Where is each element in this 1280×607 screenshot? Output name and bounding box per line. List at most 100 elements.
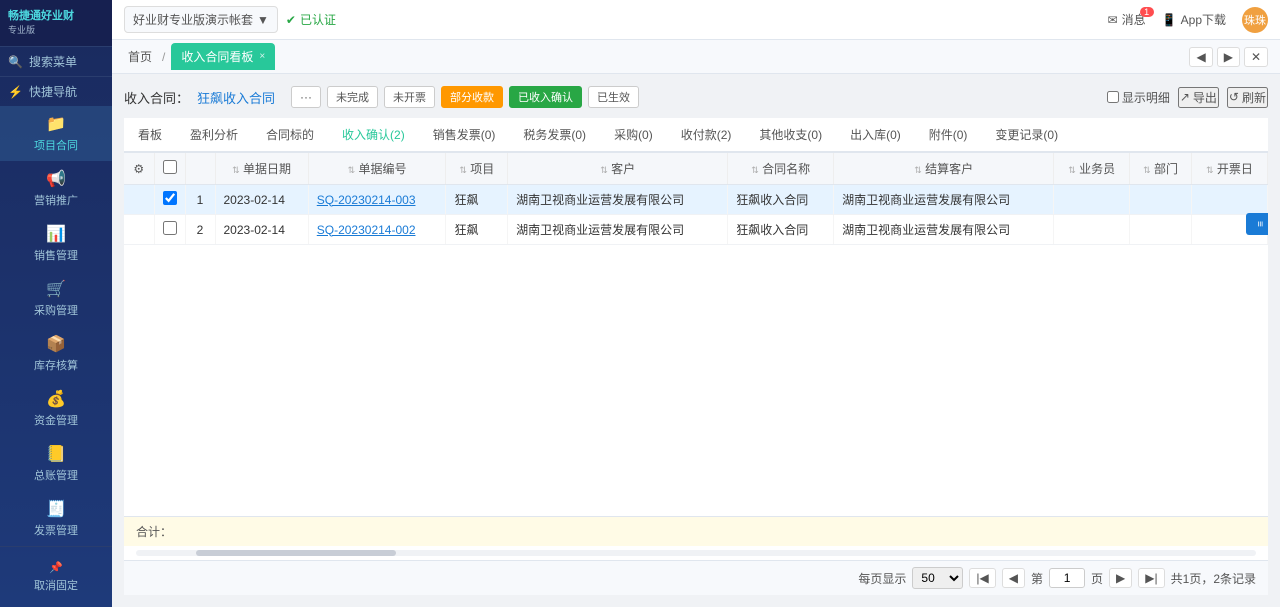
prev-page-button[interactable]: ◀ <box>1002 568 1025 588</box>
status-confirmed: 已收入确认 <box>509 86 582 108</box>
sidebar-item-funds[interactable]: 💰 资金管理 <box>0 381 112 436</box>
col-customer: ⇅ 客户 <box>508 153 728 185</box>
table-row[interactable]: 1 2023-02-14 SQ-20230214-003 狂飙 湖南卫视商业运营… <box>124 185 1268 215</box>
status-not-invoiced: 未开票 <box>384 86 435 108</box>
tab-profit[interactable]: 盈利分析 <box>176 118 252 153</box>
horizontal-scrollbar-track[interactable] <box>136 550 1256 556</box>
tab-change-log[interactable]: 变更记录(0) <box>981 118 1072 153</box>
row-order-no[interactable]: SQ-20230214-003 <box>308 185 446 215</box>
tab-tax-invoice[interactable]: 税务发票(0) <box>509 118 600 153</box>
last-page-button[interactable]: ▶| <box>1138 568 1164 588</box>
row-date: 2023-02-14 <box>215 215 308 245</box>
row-open-date <box>1191 185 1267 215</box>
next-page-button[interactable]: ▶ <box>1109 568 1132 588</box>
status-not-completed: 未完成 <box>327 86 378 108</box>
total-info: 共1页，2条记录 <box>1171 570 1256 587</box>
tab-close-all-button[interactable]: ✕ <box>1244 47 1268 67</box>
row-contract: 狂飙收入合同 <box>728 215 834 245</box>
sidebar-item-purchase[interactable]: 🛒 采购管理 <box>0 271 112 326</box>
first-page-button[interactable]: |◀ <box>969 568 995 588</box>
right-float-icon: ≡ <box>1254 221 1265 227</box>
logo-name: 畅捷通好业财 <box>8 10 74 23</box>
table-wrapper: ⚙ ⇅ 单据日期 ⇅ 单据编号 ⇅ 项目 ⇅ 客户 ⇅ 合同名称 ⇅ 结算客户 … <box>124 153 1268 516</box>
right-float-button[interactable]: ≡ <box>1246 213 1268 235</box>
show-detail-checkbox[interactable] <box>1107 91 1119 103</box>
per-page-select[interactable]: 50 100 200 <box>912 567 963 589</box>
tab-warehouse[interactable]: 出入库(0) <box>836 118 915 153</box>
topbar: 好业财专业版演示帐套 ▼ ✔ 已认证 ✉ 1 消息 📱 App下载 珠珠 <box>112 0 1280 40</box>
pagination: 每页显示 50 100 200 |◀ ◀ 第 页 ▶ ▶| 共1页，2条记录 <box>124 560 1268 595</box>
col-dept: ⇅ 部门 <box>1130 153 1192 185</box>
unpin-button[interactable]: 📌 取消固定 <box>0 553 112 601</box>
col-settings: ⚙ <box>124 153 154 185</box>
tab-home[interactable]: 首页 <box>124 42 156 71</box>
row-checkbox[interactable] <box>163 221 177 235</box>
row-check <box>154 185 185 215</box>
sidebar-item-project[interactable]: 📁 项目合同 <box>0 106 112 161</box>
message-icon: ✉ <box>1108 13 1118 27</box>
sidebar-item-invoice[interactable]: 🧾 发票管理 <box>0 491 112 546</box>
company-selector[interactable]: 好业财专业版演示帐套 ▼ <box>124 6 278 33</box>
tab-purchase[interactable]: 采购(0) <box>600 118 667 153</box>
data-table: ⚙ ⇅ 单据日期 ⇅ 单据编号 ⇅ 项目 ⇅ 客户 ⇅ 合同名称 ⇅ 结算客户 … <box>124 153 1268 245</box>
row-order-no[interactable]: SQ-20230214-002 <box>308 215 446 245</box>
row-checkbox[interactable] <box>163 191 177 205</box>
sidebar-item-label: 发票管理 <box>34 522 78 538</box>
purchase-icon: 🛒 <box>46 279 66 299</box>
sidebar-item-inventory[interactable]: 📦 库存核算 <box>0 326 112 381</box>
table-row[interactable]: 2 2023-02-14 SQ-20230214-002 狂飙 湖南卫视商业运营… <box>124 215 1268 245</box>
app-icon: 📱 <box>1162 13 1177 27</box>
page-suffix: 页 <box>1091 570 1103 587</box>
nav-tabs: 看板 盈利分析 合同标的 收入确认(2) 销售发票(0) 税务发票(0) 采购(… <box>124 118 1268 153</box>
refresh-button[interactable]: ↺ 刷新 <box>1227 87 1268 108</box>
per-page-label: 每页显示 <box>858 570 906 587</box>
col-settle-customer: ⇅ 结算客户 <box>834 153 1054 185</box>
row-num: 2 <box>185 215 215 245</box>
cert-check-icon: ✔ <box>286 13 296 27</box>
tab-sales-invoice[interactable]: 销售发票(0) <box>419 118 510 153</box>
tab-close-button[interactable]: × <box>259 51 265 62</box>
row-customer: 湖南卫视商业运营发展有限公司 <box>508 185 728 215</box>
avatar[interactable]: 珠珠 <box>1242 7 1268 33</box>
cert-label: 已认证 <box>300 11 336 28</box>
app-download-button[interactable]: 📱 App下载 <box>1162 11 1226 28</box>
col-check <box>154 153 185 185</box>
more-button[interactable]: ··· <box>291 86 321 108</box>
tab-attachments[interactable]: 附件(0) <box>915 118 982 153</box>
sidebar-item-sales[interactable]: 📊 销售管理 <box>0 216 112 271</box>
tab-payment[interactable]: 收付款(2) <box>667 118 746 153</box>
show-detail-toggle[interactable]: 显示明细 <box>1107 89 1170 106</box>
tab-contract-subject[interactable]: 合同标的 <box>252 118 328 153</box>
select-all-checkbox[interactable] <box>163 160 177 174</box>
row-settle-customer: 湖南卫视商业运营发展有限公司 <box>834 185 1054 215</box>
tab-kanban[interactable]: 看板 <box>124 118 176 153</box>
sidebar-item-marketing[interactable]: 📢 营销推广 <box>0 161 112 216</box>
row-settings <box>124 215 154 245</box>
quicknav-button[interactable]: ⚡ 快捷导航 <box>0 76 112 106</box>
tab-income-contract[interactable]: 收入合同看板 × <box>171 43 275 70</box>
tab-other-income[interactable]: 其他收支(0) <box>745 118 836 153</box>
row-dept <box>1130 215 1192 245</box>
page-input[interactable] <box>1049 568 1085 588</box>
row-salesman <box>1054 215 1130 245</box>
row-contract: 狂飙收入合同 <box>728 185 834 215</box>
col-date: ⇅ 单据日期 <box>215 153 308 185</box>
sidebar-item-general[interactable]: 📒 总账管理 <box>0 436 112 491</box>
search-menu-button[interactable]: 🔍 搜索菜单 <box>0 47 112 76</box>
tabbar: 首页 / 收入合同看板 × ◀ ▶ ✕ <box>112 40 1280 74</box>
message-button[interactable]: ✉ 1 消息 <box>1108 11 1146 28</box>
status-effective: 已生效 <box>588 86 639 108</box>
tab-prev-button[interactable]: ◀ <box>1189 47 1212 67</box>
horizontal-scrollbar-thumb[interactable] <box>196 550 396 556</box>
tab-income-confirm[interactable]: 收入确认(2) <box>328 118 419 153</box>
page-title-prefix: 收入合同： <box>124 88 189 107</box>
search-icon: 🔍 <box>8 55 23 69</box>
unpin-label: 取消固定 <box>34 577 78 593</box>
tab-next-button[interactable]: ▶ <box>1217 47 1240 67</box>
col-open-date: ⇅ 开票日 <box>1191 153 1267 185</box>
pin-icon: 📌 <box>49 561 63 574</box>
sidebar-item-label: 资金管理 <box>34 412 78 428</box>
export-button[interactable]: ↗ 导出 <box>1178 87 1219 108</box>
row-project: 狂飙 <box>446 185 508 215</box>
refresh-icon: ↺ <box>1229 90 1239 104</box>
